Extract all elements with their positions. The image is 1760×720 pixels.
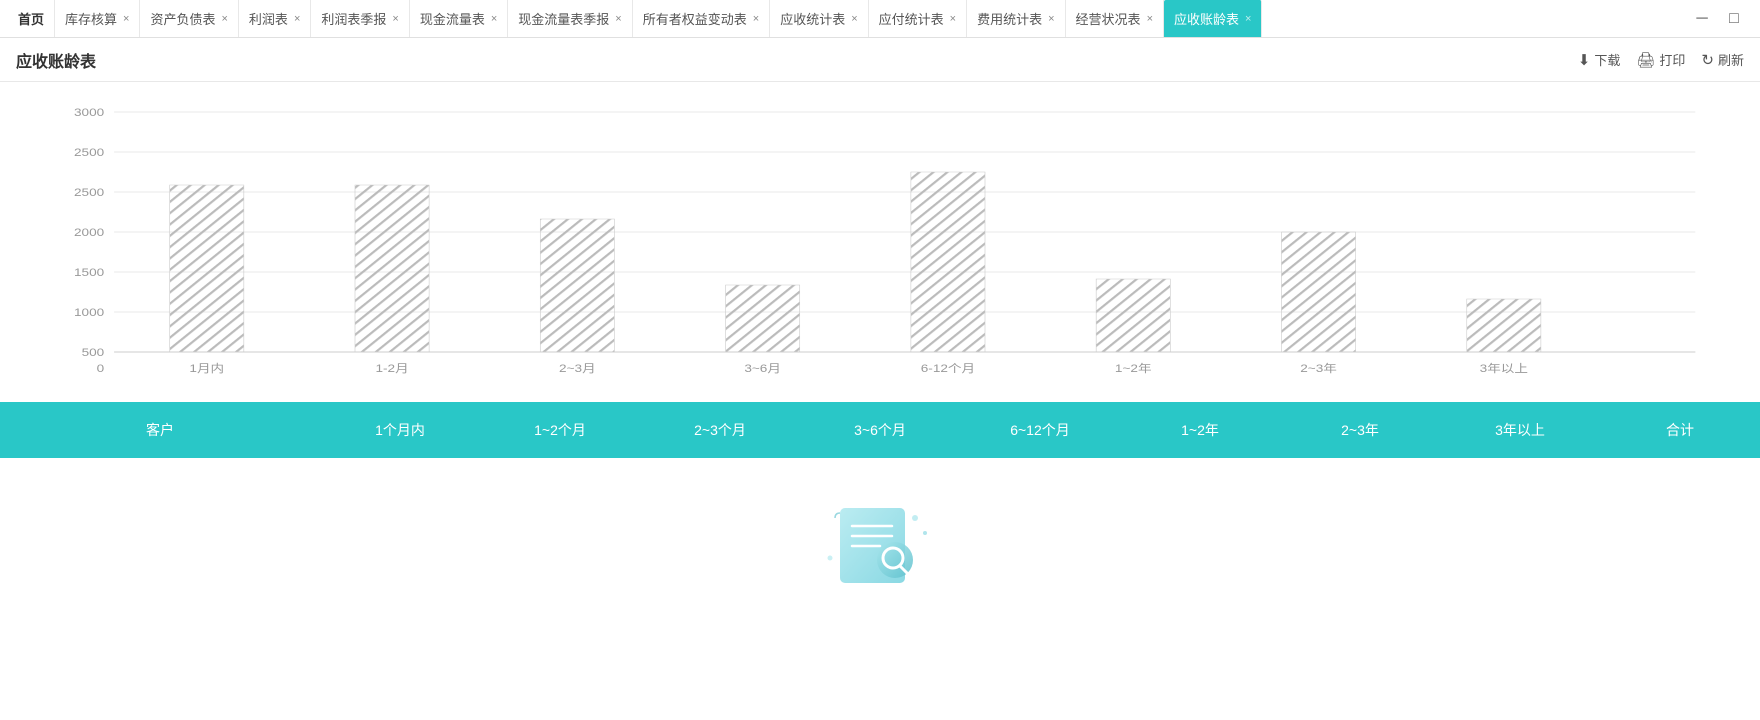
close-icon[interactable]: × — [123, 13, 129, 25]
col-total: 合计 — [1600, 420, 1760, 440]
tab-ar-stats[interactable]: 应收统计表 × — [770, 0, 868, 38]
close-icon[interactable]: × — [1245, 13, 1251, 25]
empty-illustration — [820, 498, 940, 598]
refresh-button[interactable]: ↻ 刷新 — [1701, 50, 1744, 69]
col-2-3years: 2~3年 — [1280, 420, 1440, 440]
close-icon[interactable]: × — [221, 13, 227, 25]
svg-text:2~3年: 2~3年 — [1300, 362, 1337, 374]
close-icon[interactable]: × — [491, 13, 497, 25]
minimize-button[interactable]: ─ — [1688, 5, 1716, 33]
page-title: 应收账龄表 — [16, 48, 96, 72]
print-icon: 🖨 — [1636, 51, 1655, 69]
close-icon[interactable]: × — [392, 13, 398, 25]
tab-equity[interactable]: 所有者权益变动表 × — [633, 0, 770, 38]
tab-actions: ─ □ — [1688, 5, 1752, 33]
bar-3-6月 — [726, 285, 800, 352]
svg-text:500: 500 — [82, 346, 105, 358]
col-3plus-years: 3年以上 — [1440, 420, 1600, 440]
close-icon[interactable]: × — [1048, 13, 1054, 25]
svg-text:2500: 2500 — [74, 186, 104, 198]
bar-1月内 — [170, 185, 244, 352]
tab-cashflow-quarter[interactable]: 现金流量表季报 × — [508, 0, 632, 38]
col-2-3months: 2~3个月 — [640, 420, 800, 440]
col-1-2months: 1~2个月 — [480, 420, 640, 440]
svg-text:6-12个月: 6-12个月 — [921, 362, 975, 374]
header-actions: ⬇ 下载 🖨 打印 ↻ 刷新 — [1578, 50, 1744, 69]
close-icon[interactable]: × — [851, 13, 857, 25]
tab-profit-quarter[interactable]: 利润表季报 × — [311, 0, 409, 38]
refresh-icon: ↻ — [1701, 51, 1714, 69]
svg-text:2500: 2500 — [74, 146, 104, 158]
tab-ar-aging[interactable]: 应收账龄表 × — [1164, 0, 1262, 38]
svg-text:1~2年: 1~2年 — [1115, 362, 1152, 374]
svg-text:3~6月: 3~6月 — [744, 362, 781, 374]
table-header: 客户 1个月内 1~2个月 2~3个月 3~6个月 6~12个月 1~2年 2~… — [0, 402, 1760, 458]
maximize-button[interactable]: □ — [1720, 5, 1748, 33]
tab-profit[interactable]: 利润表 × — [239, 0, 311, 38]
close-icon[interactable]: × — [950, 13, 956, 25]
chart-container: 3000 2500 2500 2000 1500 1000 500 0 — [40, 102, 1720, 392]
tab-ap-stats[interactable]: 应付统计表 × — [869, 0, 967, 38]
close-icon[interactable]: × — [753, 13, 759, 25]
tab-operations[interactable]: 经营状况表 × — [1066, 0, 1164, 38]
tab-home[interactable]: 首页 — [8, 0, 55, 38]
close-icon[interactable]: × — [1147, 13, 1153, 25]
svg-text:2000: 2000 — [74, 226, 104, 238]
col-1month: 1个月内 — [320, 420, 480, 440]
svg-text:0: 0 — [97, 362, 105, 374]
col-customer: 客户 — [0, 420, 320, 440]
download-icon: ⬇ — [1578, 51, 1591, 69]
svg-text:3000: 3000 — [74, 106, 104, 118]
svg-text:1000: 1000 — [74, 306, 104, 318]
empty-state — [0, 458, 1760, 720]
svg-text:2~3月: 2~3月 — [559, 362, 596, 374]
svg-text:1500: 1500 — [74, 266, 104, 278]
bar-6-12月 — [911, 172, 985, 352]
bar-2-3年 — [1281, 232, 1355, 352]
chart-area: 3000 2500 2500 2000 1500 1000 500 0 — [0, 82, 1760, 402]
tab-cashflow[interactable]: 现金流量表 × — [410, 0, 508, 38]
close-icon[interactable]: × — [615, 13, 621, 25]
bar-1-2月 — [355, 185, 429, 352]
bar-2-3月 — [540, 219, 614, 352]
col-1-2years: 1~2年 — [1120, 420, 1280, 440]
main-content: 3000 2500 2500 2000 1500 1000 500 0 — [0, 82, 1760, 720]
svg-text:1月内: 1月内 — [189, 362, 224, 374]
tab-balance[interactable]: 资产负债表 × — [140, 0, 238, 38]
svg-text:3年以上: 3年以上 — [1480, 362, 1528, 374]
close-icon[interactable]: × — [294, 13, 300, 25]
tab-expense-stats[interactable]: 费用统计表 × — [967, 0, 1065, 38]
tab-bar: 首页 库存核算 × 资产负债表 × 利润表 × 利润表季报 × 现金流量表 × … — [0, 0, 1760, 38]
tab-inventory[interactable]: 库存核算 × — [55, 0, 140, 38]
bar-1-2年 — [1096, 279, 1170, 352]
download-button[interactable]: ⬇ 下载 — [1578, 50, 1621, 69]
col-3-6months: 3~6个月 — [800, 420, 960, 440]
print-button[interactable]: 🖨 打印 — [1636, 50, 1685, 69]
page-header: 应收账龄表 ⬇ 下载 🖨 打印 ↻ 刷新 — [0, 38, 1760, 82]
bar-3年以上 — [1467, 299, 1541, 352]
col-6-12months: 6~12个月 — [960, 420, 1120, 440]
svg-text:1-2月: 1-2月 — [375, 362, 408, 374]
